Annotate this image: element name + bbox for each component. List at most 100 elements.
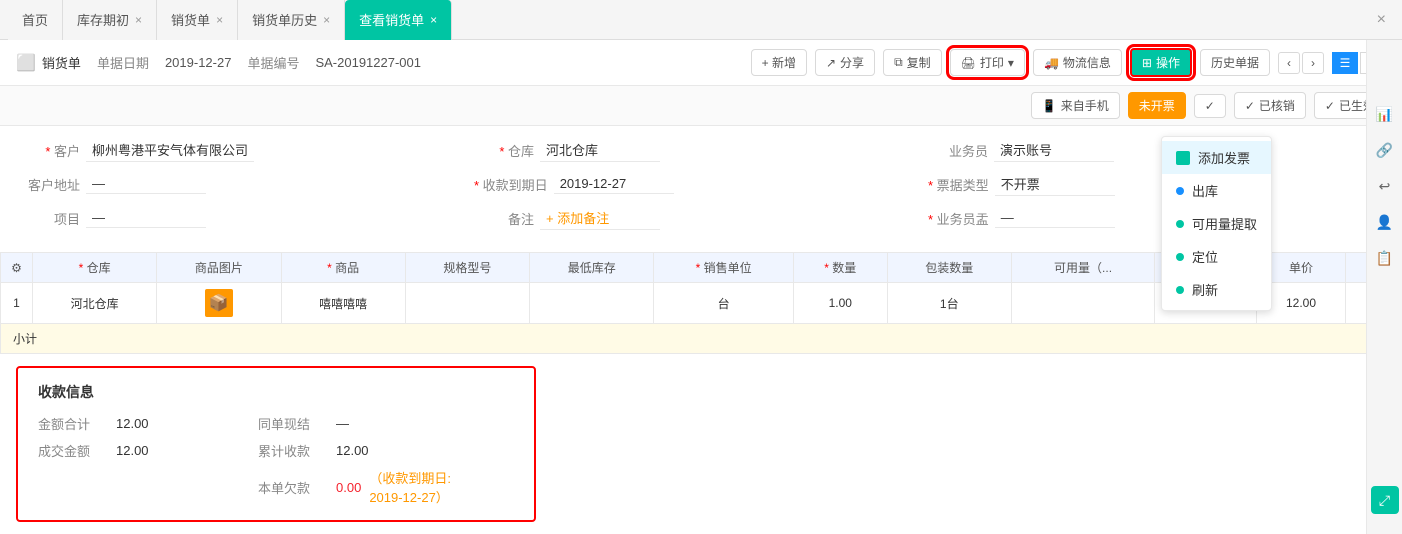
- address-label: 客户地址: [20, 175, 80, 194]
- col-min-stock: 最低库存: [530, 253, 654, 283]
- row-min-stock: [530, 283, 654, 324]
- project-field: 项目 —: [20, 208, 474, 228]
- ticket-field: 票据类型 不开票: [928, 172, 1382, 196]
- tab-sales-order[interactable]: 销货单 ×: [157, 0, 238, 40]
- tab-view-sales[interactable]: 查看销货单 ×: [345, 0, 452, 40]
- row-qty: 1.00: [793, 283, 887, 324]
- check-icon: ✓: [1205, 99, 1215, 113]
- row-no: 1: [1, 283, 33, 324]
- share-icon: ↗: [826, 56, 836, 70]
- confirm-checkbox[interactable]: ✓: [1194, 94, 1226, 118]
- confirm-button[interactable]: ✓ 已核销: [1234, 92, 1306, 119]
- sidebar-icon-5[interactable]: 📋: [1371, 244, 1399, 272]
- dropdown-item-refresh[interactable]: 刷新: [1162, 273, 1271, 306]
- staff2-field: 业务员盂 —: [928, 208, 1382, 228]
- history-label: 历史单据: [1211, 54, 1259, 71]
- due-label: 本单欠款: [258, 478, 328, 497]
- dropdown-item-locate[interactable]: 定位: [1162, 240, 1271, 273]
- from-mobile-button[interactable]: 📱 来自手机: [1031, 92, 1120, 119]
- date-value: 2019-12-27: [165, 55, 232, 70]
- tab-sales-history-close[interactable]: ×: [323, 13, 330, 27]
- tab-sales-history[interactable]: 销货单历史 ×: [238, 0, 345, 40]
- add-invoice-label: 添加发票: [1198, 148, 1250, 167]
- tab-sales-order-label: 销货单: [171, 10, 210, 29]
- payment-date-field: 收款到期日 2019-12-27: [474, 174, 928, 194]
- sidebar-icon-2[interactable]: 🔗: [1371, 136, 1399, 164]
- tab-inventory-init[interactable]: 库存期初 ×: [63, 0, 157, 40]
- dropdown-menu: 添加发票 出库 可用量提取 定位 刷新: [1161, 136, 1272, 311]
- subtotal-row: 小计: [1, 324, 1402, 354]
- doc-actions: + 新增 ↗ 分享 ⧉ 复制 🖨 打印 ▾ 🚚 物流信息 ⊞ 操作: [751, 48, 1386, 77]
- ops-label: 操作: [1156, 54, 1180, 71]
- tab-view-sales-close[interactable]: ×: [430, 13, 437, 27]
- tab-bar: 首页 库存期初 × 销货单 × 销货单历史 × 查看销货单 × ×: [0, 0, 1402, 40]
- staff-value: 演示账号: [994, 138, 1114, 162]
- tab-bar-close[interactable]: ×: [1369, 11, 1394, 29]
- new-button[interactable]: + 新增: [751, 49, 807, 76]
- tab-inventory-close[interactable]: ×: [135, 13, 142, 27]
- logistics-label: 物流信息: [1063, 54, 1111, 71]
- nav-arrows: ‹ ›: [1278, 52, 1324, 74]
- staff2-value: —: [995, 208, 1115, 228]
- not-opened-button[interactable]: 未开票: [1128, 92, 1186, 119]
- row-image: 📦: [157, 283, 281, 324]
- share-button[interactable]: ↗ 分享: [815, 49, 875, 76]
- dropdown-item-available-qty[interactable]: 可用量提取: [1162, 207, 1271, 240]
- confirm-label: 已核销: [1259, 97, 1295, 114]
- copy-icon: ⧉: [894, 55, 903, 70]
- same-order-value: —: [336, 416, 349, 431]
- sidebar-expand-button[interactable]: ⤢: [1371, 486, 1399, 514]
- tab-sales-order-close[interactable]: ×: [216, 13, 223, 27]
- dropdown-item-add-invoice[interactable]: 添加发票: [1162, 141, 1271, 174]
- total-value: 12.00: [116, 416, 149, 431]
- add-remark-button[interactable]: + 添加备注: [540, 206, 660, 230]
- sidebar-icon-4[interactable]: 👤: [1371, 208, 1399, 236]
- not-opened-label: 未开票: [1139, 97, 1175, 114]
- add-invoice-icon: [1176, 151, 1190, 165]
- payment-date-label: 收款到期日: [474, 175, 548, 194]
- col-pkg-qty: 包装数量: [887, 253, 1011, 283]
- row-available: [1011, 283, 1154, 324]
- warehouse-value: 河北仓库: [540, 138, 660, 162]
- row-warehouse: 河北仓库: [33, 283, 157, 324]
- history-button[interactable]: 历史单据: [1200, 49, 1270, 76]
- dropdown-item-outbound[interactable]: 出库: [1162, 174, 1271, 207]
- available-qty-label: 可用量提取: [1192, 214, 1257, 233]
- payment-title: 收款信息: [38, 382, 514, 402]
- print-dropdown-arrow: ▾: [1008, 56, 1014, 70]
- share-label: 分享: [840, 54, 864, 71]
- cumulative-item: 累计收款 12.00: [258, 441, 478, 460]
- logistics-button[interactable]: 🚚 物流信息: [1033, 49, 1122, 76]
- payment-grid: 金额合计 12.00 同单现结 — 成交金额 12.00 累计收款 12.00 …: [38, 414, 514, 506]
- transaction-value: 12.00: [116, 443, 149, 458]
- next-button[interactable]: ›: [1302, 52, 1324, 74]
- outbound-label: 出库: [1192, 181, 1218, 200]
- sidebar-icon-3[interactable]: ↩: [1371, 172, 1399, 200]
- view-list-button[interactable]: ☰: [1332, 52, 1358, 74]
- tab-home[interactable]: 首页: [8, 0, 63, 40]
- available-qty-icon: [1176, 220, 1184, 228]
- col-product: 商品: [281, 253, 405, 283]
- confirm-check-icon: ✓: [1245, 99, 1255, 113]
- customer-value: 柳州粤港平安气体有限公司: [86, 138, 254, 162]
- staff-label: 业务员: [928, 141, 988, 160]
- prev-button[interactable]: ‹: [1278, 52, 1300, 74]
- ticket-label: 票据类型: [928, 175, 989, 194]
- same-order-item: 同单现结 —: [258, 414, 478, 433]
- date-label: 单据日期: [97, 53, 149, 72]
- col-image: 商品图片: [157, 253, 281, 283]
- address-field: 客户地址 —: [20, 174, 474, 194]
- copy-button[interactable]: ⧉ 复制: [883, 49, 942, 76]
- col-settings[interactable]: ⚙: [1, 253, 33, 283]
- from-mobile-label: 来自手机: [1061, 97, 1109, 114]
- no-label: 单据编号: [247, 53, 299, 72]
- sidebar-icon-1[interactable]: 📊: [1371, 100, 1399, 128]
- print-button[interactable]: 🖨 打印 ▾: [950, 49, 1025, 76]
- tab-inventory-label: 库存期初: [77, 10, 129, 29]
- same-order-label: 同单现结: [258, 414, 328, 433]
- ops-button[interactable]: ⊞ 操作: [1130, 48, 1192, 77]
- main-area: ⬜ 销货单 单据日期 2019-12-27 单据编号 SA-20191227-0…: [0, 40, 1402, 534]
- tab-home-label: 首页: [22, 10, 48, 29]
- copy-label: 复制: [907, 54, 931, 71]
- effective-check-icon: ✓: [1325, 99, 1335, 113]
